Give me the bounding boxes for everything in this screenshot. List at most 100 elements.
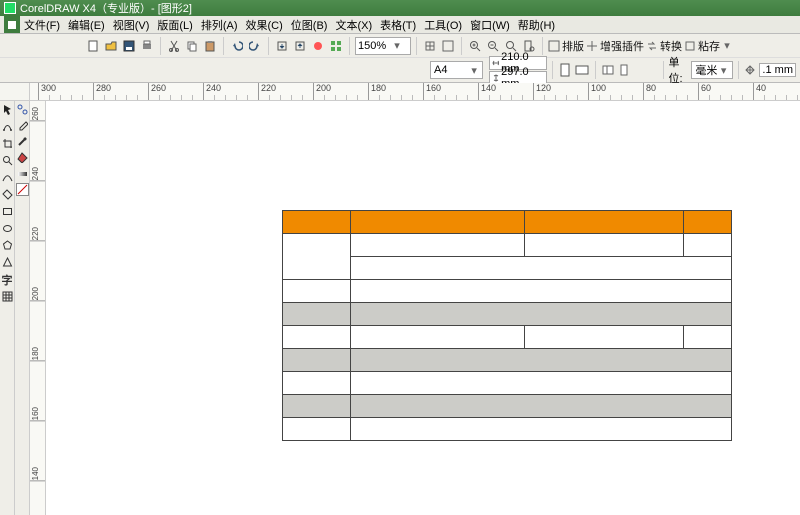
app-launcher-icon[interactable]	[328, 38, 344, 54]
menu-layout[interactable]: 版面(L)	[153, 16, 196, 33]
paper-size-select[interactable]: A4 ▾	[430, 61, 483, 79]
zoom-value: 150%	[358, 40, 386, 52]
menu-table[interactable]: 表格(T)	[376, 16, 420, 33]
paste-icon[interactable]	[202, 38, 218, 54]
print-icon[interactable]	[139, 38, 155, 54]
pick-tool-icon[interactable]	[1, 103, 14, 116]
ruler-tick: 140	[478, 83, 496, 100]
no-fill-icon[interactable]	[16, 183, 29, 196]
pages-icon[interactable]	[601, 62, 615, 78]
ruler-row: 300280260240220200180160140120100806040	[0, 83, 800, 101]
units-select[interactable]: 毫米 ▾	[691, 61, 732, 79]
app-menu-icon[interactable]	[4, 16, 20, 33]
ruler-tick: 220	[30, 227, 45, 241]
outline-tool-icon[interactable]	[16, 135, 29, 148]
units-label: 单位:	[669, 54, 690, 86]
crop-tool-icon[interactable]	[1, 137, 14, 150]
ruler-tick: 240	[30, 167, 45, 181]
polygon-tool-icon[interactable]	[1, 239, 14, 252]
fill-tool-icon[interactable]	[16, 151, 29, 164]
text-tool-icon[interactable]: 字	[1, 273, 14, 286]
menu-file[interactable]: 文件(F)	[20, 16, 64, 33]
menu-help[interactable]: 帮助(H)	[514, 16, 559, 33]
menu-window[interactable]: 窗口(W)	[466, 16, 514, 33]
zoom-in-icon[interactable]	[467, 38, 483, 54]
convert-label[interactable]: 转换	[646, 38, 682, 54]
paste-ext-label[interactable]: 粘存 ▾	[684, 38, 732, 54]
redo-icon[interactable]	[247, 38, 263, 54]
menu-bar: 文件(F) 编辑(E) 视图(V) 版面(L) 排列(A) 效果(C) 位图(B…	[0, 16, 800, 34]
menu-tools[interactable]: 工具(O)	[420, 16, 466, 33]
shape-tool-icon[interactable]	[1, 120, 14, 133]
smart-fill-tool-icon[interactable]	[1, 188, 14, 201]
ruler-tick: 280	[93, 83, 111, 100]
nudge-offset-icon	[743, 62, 757, 78]
snap-icon[interactable]	[422, 38, 438, 54]
save-icon[interactable]	[121, 38, 137, 54]
layout-label[interactable]: 排版	[548, 38, 584, 54]
zoom-tool-icon[interactable]	[1, 154, 14, 167]
property-bar: A4 ▾ 210.0 mm 297.0 mm 单位: 毫米 ▾ .1 mm	[0, 58, 800, 82]
ruler-tick: 180	[30, 347, 45, 361]
drawing-canvas[interactable]	[46, 101, 800, 515]
menu-edit[interactable]: 编辑(E)	[64, 16, 109, 33]
nudge-value-input[interactable]: .1 mm	[759, 63, 796, 77]
menu-effects[interactable]: 效果(C)	[242, 16, 287, 33]
app-icon	[4, 2, 16, 14]
ruler-tick: 220	[258, 83, 276, 100]
launch-icon[interactable]	[310, 38, 326, 54]
ruler-tick: 260	[30, 107, 45, 121]
title-bar: CorelDRAW X4（专业版）- [图形2]	[0, 0, 800, 16]
ruler-tick: 160	[423, 83, 441, 100]
ruler-tick: 260	[148, 83, 166, 100]
enhance-label[interactable]: 增强插件	[586, 38, 644, 54]
copy-icon[interactable]	[184, 38, 200, 54]
eyedropper-tool-icon[interactable]	[16, 119, 29, 132]
zoom-level-input[interactable]: 150% ▾	[355, 37, 411, 55]
landscape-icon[interactable]	[574, 62, 590, 78]
interactive-fill-tool-icon[interactable]	[16, 167, 29, 180]
interactive-blend-tool-icon[interactable]	[16, 103, 29, 116]
ruler-tick: 120	[533, 83, 551, 100]
chevron-down-icon[interactable]: ▾	[386, 39, 408, 52]
ruler-tick: 200	[313, 83, 331, 100]
ruler-horizontal[interactable]: 300280260240220200180160140120100806040	[30, 83, 800, 100]
grid-icon[interactable]	[440, 38, 456, 54]
ruler-tick: 300	[38, 83, 56, 100]
ellipse-tool-icon[interactable]	[1, 222, 14, 235]
ruler-tick: 100	[588, 83, 606, 100]
import-icon[interactable]	[274, 38, 290, 54]
new-icon[interactable]	[85, 38, 101, 54]
undo-icon[interactable]	[229, 38, 245, 54]
menu-view[interactable]: 视图(V)	[109, 16, 154, 33]
toolbar-area: 150% ▾ 排版 增强插件 转换 粘存 ▾ A4 ▾ 210.0 mm 297…	[0, 34, 800, 83]
page-icon[interactable]	[617, 62, 631, 78]
chevron-down-icon[interactable]: ▾	[719, 64, 729, 77]
menu-arrange[interactable]: 排列(A)	[197, 16, 242, 33]
drawn-table-shape[interactable]	[282, 210, 732, 441]
rectangle-tool-icon[interactable]	[1, 205, 14, 218]
ruler-tick: 140	[30, 467, 45, 481]
window-title: CorelDRAW X4（专业版）- [图形2]	[20, 0, 192, 16]
menu-bitmap[interactable]: 位图(B)	[287, 16, 332, 33]
paper-size-value: A4	[434, 64, 469, 76]
ruler-vertical[interactable]: 260 240 220 200 180 160 140	[30, 101, 46, 515]
ruler-origin[interactable]	[0, 83, 30, 100]
ruler-tick: 180	[368, 83, 386, 100]
ruler-tick: 240	[203, 83, 221, 100]
zoom-out-icon[interactable]	[485, 38, 501, 54]
freehand-tool-icon[interactable]	[1, 171, 14, 184]
toolbox-flyout: 字	[0, 101, 15, 515]
cut-icon[interactable]	[166, 38, 182, 54]
basic-shapes-tool-icon[interactable]	[1, 256, 14, 269]
ruler-tick: 200	[30, 287, 45, 301]
ruler-tick: 160	[30, 407, 45, 421]
menu-text[interactable]: 文本(X)	[331, 16, 376, 33]
open-icon[interactable]	[103, 38, 119, 54]
table-tool-icon[interactable]	[1, 290, 14, 303]
export-icon[interactable]	[292, 38, 308, 54]
main-area: 字 260 240 220 200 180 160 140	[0, 101, 800, 515]
chevron-down-icon[interactable]: ▾	[469, 64, 479, 77]
portrait-icon[interactable]	[558, 62, 572, 78]
toolbox-secondary	[15, 101, 30, 515]
